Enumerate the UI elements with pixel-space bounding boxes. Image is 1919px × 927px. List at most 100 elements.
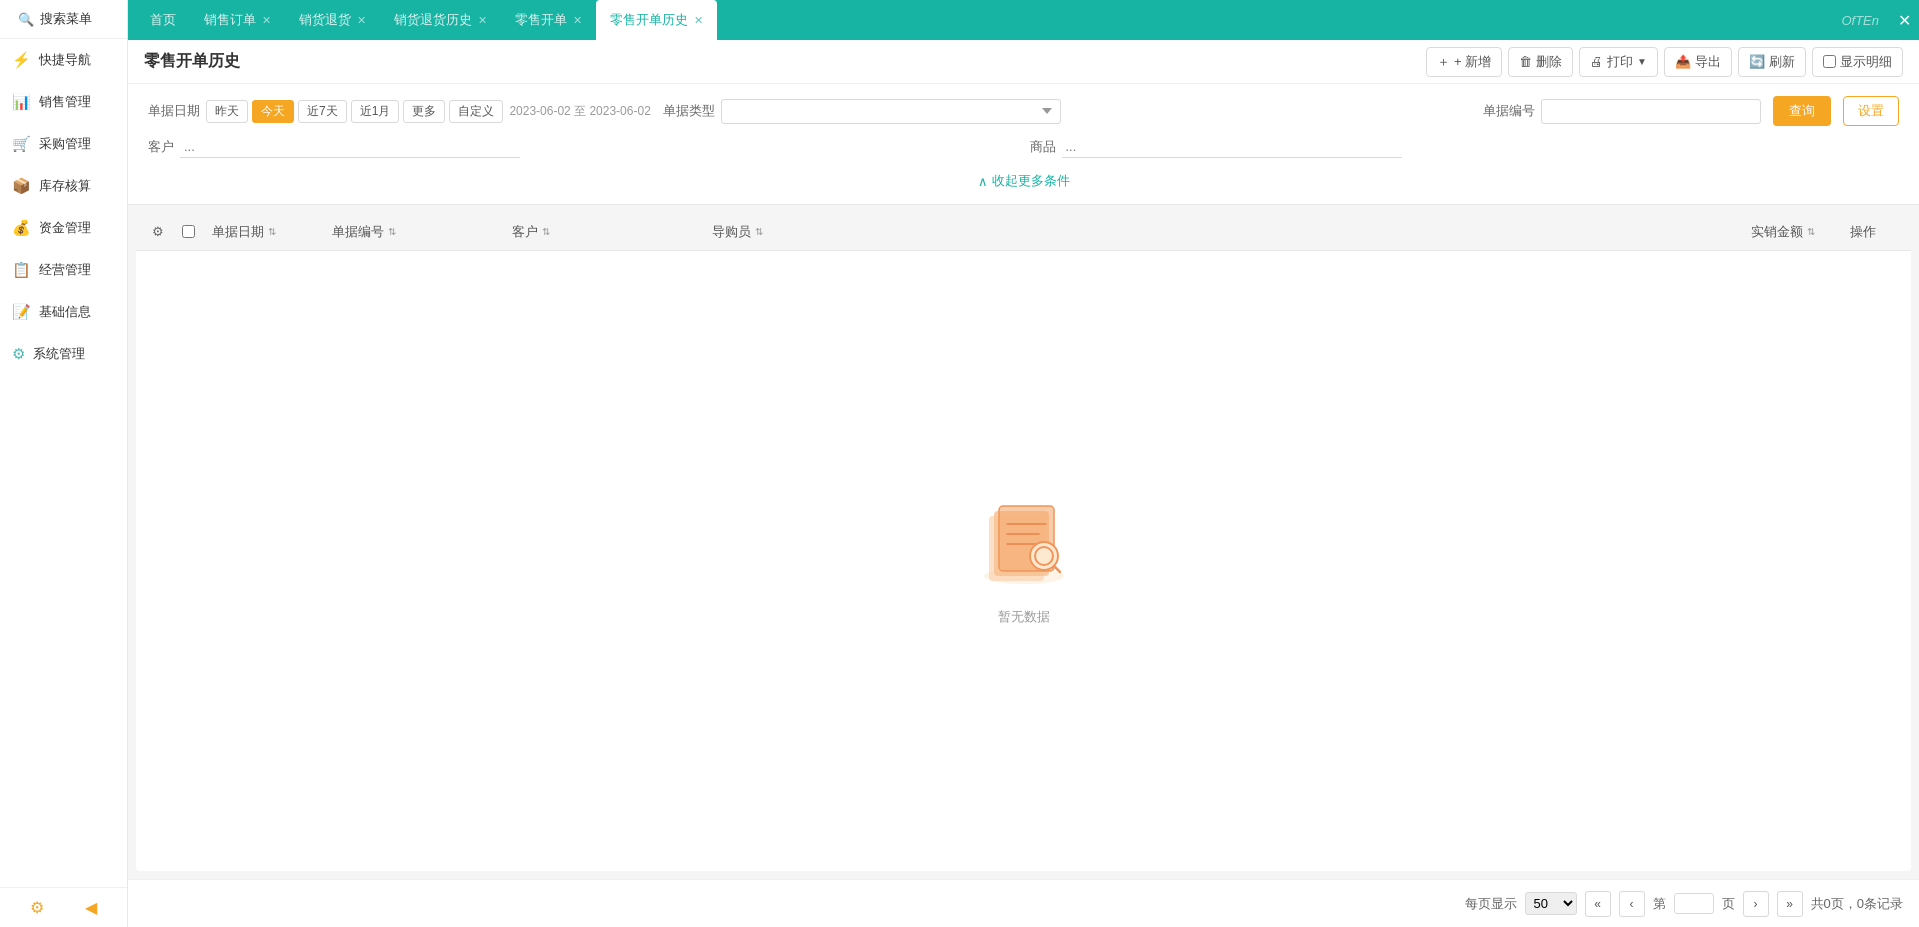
th-action-label: 操作 xyxy=(1850,223,1876,241)
table-select-all[interactable] xyxy=(172,225,204,238)
close-all-tabs-button[interactable]: ✕ xyxy=(1898,11,1911,30)
sort-amount-icon: ⇅ xyxy=(1807,226,1815,237)
date-btn-7days[interactable]: 近7天 xyxy=(298,100,347,123)
table-settings-button[interactable]: ⚙ xyxy=(144,218,172,246)
tab-sales-return[interactable]: 销货退货 ✕ xyxy=(285,0,380,40)
chevron-up-icon: ∧ xyxy=(978,174,988,189)
date-btn-custom[interactable]: 自定义 xyxy=(449,100,503,123)
main-content: 首页 销售订单 ✕ 销货退货 ✕ 销货退货历史 ✕ 零售开单 ✕ 零售开单历史 … xyxy=(128,0,1919,927)
sidebar-item-label: 采购管理 xyxy=(39,135,91,153)
date-label: 单据日期 xyxy=(148,102,200,120)
order-type-field: 单据类型 xyxy=(663,99,1471,124)
tab-retail-open-history[interactable]: 零售开单历史 ✕ xyxy=(596,0,717,40)
th-number-label: 单据编号 xyxy=(332,223,384,241)
sidebar: 🔍 搜索菜单 ⚡ 快捷导航 📊 销售管理 🛒 采购管理 📦 库存核算 💰 资金管… xyxy=(0,0,128,927)
last-page-button[interactable]: » xyxy=(1777,891,1803,917)
query-button[interactable]: 查询 xyxy=(1773,96,1831,126)
sort-number-icon: ⇅ xyxy=(388,226,396,237)
print-button[interactable]: 🖨 打印 ▼ xyxy=(1579,47,1658,77)
tab-retail-open[interactable]: 零售开单 ✕ xyxy=(501,0,596,40)
toolbar-actions: ＋ + 新增 🗑 删除 🖨 打印 ▼ 📤 导出 🔄 刷新 xyxy=(1426,47,1903,77)
tab-home-label: 首页 xyxy=(150,11,176,29)
table-header: ⚙ 单据日期 ⇅ 单据编号 ⇅ 客户 ⇅ 导购员 ⇅ 实销金额 xyxy=(136,213,1911,251)
search-icon: 🔍 xyxy=(18,12,34,27)
add-button[interactable]: ＋ + 新增 xyxy=(1426,47,1502,77)
sidebar-item-basic-info[interactable]: 📝 基础信息 xyxy=(0,291,127,333)
select-all-checkbox[interactable] xyxy=(182,225,195,238)
tab-retail-open-label: 零售开单 xyxy=(515,11,567,29)
data-table-container: ⚙ 单据日期 ⇅ 单据编号 ⇅ 客户 ⇅ 导购员 ⇅ 实销金额 xyxy=(136,213,1911,871)
tab-sales-order-close[interactable]: ✕ xyxy=(262,14,271,27)
sort-guide-icon: ⇅ xyxy=(755,226,763,237)
order-num-input[interactable] xyxy=(1541,99,1761,124)
tab-retail-open-close[interactable]: ✕ xyxy=(573,14,582,27)
date-btn-yesterday[interactable]: 昨天 xyxy=(206,100,248,123)
order-type-label: 单据类型 xyxy=(663,102,715,120)
tab-retail-open-history-close[interactable]: ✕ xyxy=(694,14,703,27)
customer-label: 客户 xyxy=(148,138,174,156)
delete-button[interactable]: 🗑 删除 xyxy=(1508,47,1573,77)
sidebar-item-sales-mgmt[interactable]: 📊 销售管理 xyxy=(0,81,127,123)
customer-input[interactable] xyxy=(180,136,520,158)
th-number[interactable]: 单据编号 ⇅ xyxy=(324,223,504,241)
display-detail-checkbox[interactable]: 显示明细 xyxy=(1812,47,1903,77)
order-num-field: 单据编号 xyxy=(1483,99,1761,124)
tab-sales-return-history-close[interactable]: ✕ xyxy=(478,14,487,27)
search-panel: 单据日期 昨天 今天 近7天 近1月 更多 自定义 2023-06-02 至 2… xyxy=(128,84,1919,205)
tab-sales-order[interactable]: 销售订单 ✕ xyxy=(190,0,285,40)
tab-retail-open-history-label: 零售开单历史 xyxy=(610,11,688,29)
sort-customer-icon: ⇅ xyxy=(542,226,550,237)
sidebar-search[interactable]: 🔍 搜索菜单 xyxy=(0,0,127,39)
print-icon: 🖨 xyxy=(1590,54,1603,69)
sidebar-item-label: 资金管理 xyxy=(39,219,91,237)
product-field: 商品 xyxy=(1030,136,1900,158)
th-amount[interactable]: 实销金额 ⇅ xyxy=(824,223,1823,241)
next-page-button[interactable]: › xyxy=(1743,891,1769,917)
order-type-select[interactable] xyxy=(721,99,1061,124)
search-row-1: 单据日期 昨天 今天 近7天 近1月 更多 自定义 2023-06-02 至 2… xyxy=(148,96,1899,126)
sidebar-item-label: 系统管理 xyxy=(33,345,85,363)
empty-state-illustration xyxy=(964,496,1084,596)
delete-icon: 🗑 xyxy=(1519,54,1532,69)
sidebar-item-sys-mgmt[interactable]: ⚙ 系统管理 xyxy=(0,333,127,375)
sidebar-item-finance[interactable]: 💰 资金管理 xyxy=(0,207,127,249)
sidebar-item-inventory[interactable]: 📦 库存核算 xyxy=(0,165,127,207)
tab-home[interactable]: 首页 xyxy=(136,0,190,40)
sidebar-collapse-button[interactable]: ◀ xyxy=(85,898,97,917)
sidebar-gear-button[interactable]: ⚙ xyxy=(30,898,44,917)
collapse-conditions-button[interactable]: ∧ 收起更多条件 xyxy=(148,168,1899,198)
purchase-mgmt-icon: 🛒 xyxy=(12,135,31,153)
th-action: 操作 xyxy=(1823,223,1903,241)
print-dropdown-icon: ▼ xyxy=(1637,56,1647,67)
toolbar: 零售开单历史 ＋ + 新增 🗑 删除 🖨 打印 ▼ 📤 导出 🔄 刷新 xyxy=(128,40,1919,84)
sidebar-item-quick-nav[interactable]: ⚡ 快捷导航 xyxy=(0,39,127,81)
setting-button[interactable]: 设置 xyxy=(1843,96,1899,126)
tab-sales-return-close[interactable]: ✕ xyxy=(357,14,366,27)
order-num-label: 单据编号 xyxy=(1483,102,1535,120)
date-btn-today[interactable]: 今天 xyxy=(252,100,294,123)
collapse-label: 收起更多条件 xyxy=(992,172,1070,190)
sidebar-search-label: 搜索菜单 xyxy=(40,10,92,28)
refresh-button[interactable]: 🔄 刷新 xyxy=(1738,47,1806,77)
th-customer[interactable]: 客户 ⇅ xyxy=(504,223,704,241)
sidebar-item-purchase-mgmt[interactable]: 🛒 采购管理 xyxy=(0,123,127,165)
product-input[interactable] xyxy=(1062,136,1402,158)
first-page-button[interactable]: « xyxy=(1585,891,1611,917)
export-button[interactable]: 📤 导出 xyxy=(1664,47,1732,77)
date-btn-more[interactable]: 更多 xyxy=(403,100,445,123)
operation-icon: 📋 xyxy=(12,261,31,279)
prev-page-button[interactable]: ‹ xyxy=(1619,891,1645,917)
th-date[interactable]: 单据日期 ⇅ xyxy=(204,223,324,241)
date-range-text: 2023-06-02 至 2023-06-02 xyxy=(509,103,650,120)
sidebar-item-operation[interactable]: 📋 经营管理 xyxy=(0,249,127,291)
tab-sales-return-history[interactable]: 销货退货历史 ✕ xyxy=(380,0,501,40)
tab-sales-return-label: 销货退货 xyxy=(299,11,351,29)
sidebar-item-label: 基础信息 xyxy=(39,303,91,321)
sales-mgmt-icon: 📊 xyxy=(12,93,31,111)
th-guide[interactable]: 导购员 ⇅ xyxy=(704,223,824,241)
display-detail-input[interactable] xyxy=(1823,55,1836,68)
sidebar-bottom: ⚙ ◀ xyxy=(0,887,127,927)
page-size-select[interactable]: 50 20 100 xyxy=(1525,892,1577,915)
page-number-input[interactable]: 1 xyxy=(1674,893,1714,914)
date-btn-1month[interactable]: 近1月 xyxy=(351,100,400,123)
